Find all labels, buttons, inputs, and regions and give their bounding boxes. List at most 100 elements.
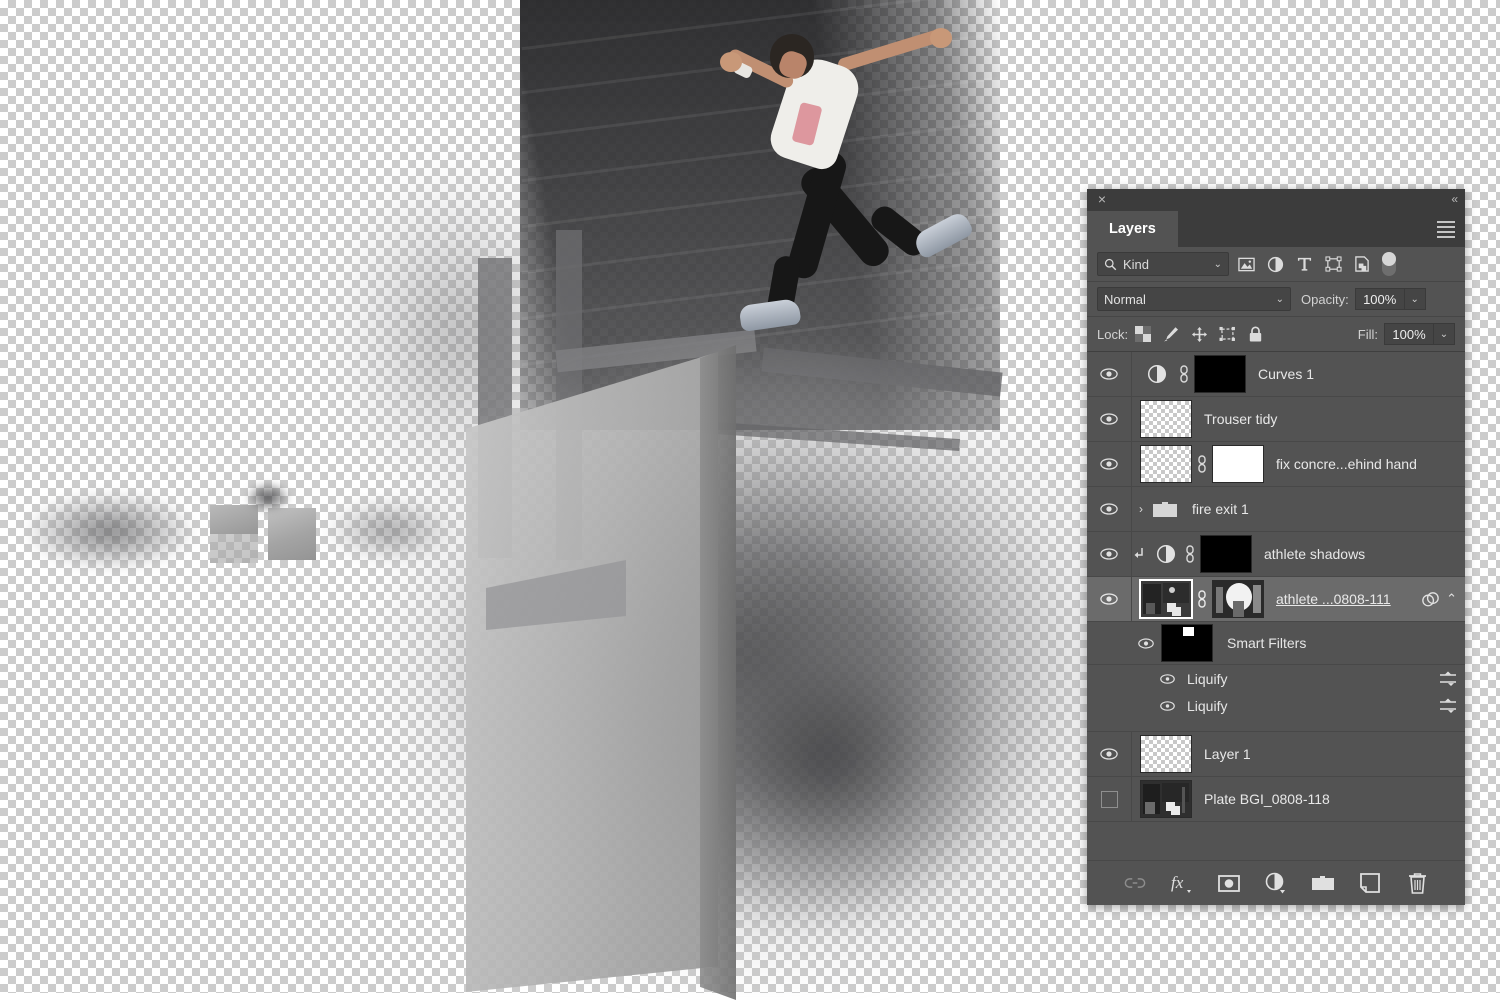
layer-row-plate-bgi[interactable]: Plate BGI_0808-118 — [1087, 777, 1465, 822]
tab-layers[interactable]: Layers — [1087, 211, 1178, 247]
canvas-block-left-alpha — [210, 534, 258, 563]
blend-mode-select[interactable]: Normal ⌄ — [1097, 287, 1291, 311]
canvas-block-nub-shadow — [248, 484, 288, 510]
layer-row-athlete-shadows[interactable]: athlete shadows — [1087, 532, 1465, 577]
smart-filters-indicator-icon[interactable] — [1421, 591, 1440, 608]
eye-icon — [1159, 700, 1175, 711]
filter-enable-toggle[interactable] — [1382, 252, 1396, 276]
layer-row-curves-1[interactable]: Curves 1 — [1087, 352, 1465, 397]
layer-row-layer-1[interactable]: Layer 1 — [1087, 732, 1465, 777]
visibility-toggle-liquify-2[interactable] — [1153, 700, 1181, 711]
visibility-toggle-layer-1[interactable] — [1087, 732, 1132, 776]
clipping-mask-arrow-icon — [1132, 547, 1152, 561]
layer-name-layer-1[interactable]: Layer 1 — [1204, 746, 1251, 762]
eye-off-icon — [1100, 790, 1118, 808]
layer-name-athlete-smart-object[interactable]: athlete ...0808-111 — [1276, 591, 1391, 607]
lock-all-icon[interactable] — [1242, 322, 1268, 346]
layer-row-fix-concrete[interactable]: fix concre...ehind hand — [1087, 442, 1465, 487]
athlete-right-hand — [930, 28, 952, 48]
opacity-stepper-chevron[interactable]: ⌄ — [1404, 288, 1426, 310]
folder-icon — [1152, 499, 1178, 519]
layer-name-athlete-shadows[interactable]: athlete shadows — [1264, 546, 1365, 562]
group-expand-chevron-icon[interactable]: › — [1132, 502, 1150, 516]
smart-filter-row-liquify-2[interactable]: Liquify — [1087, 692, 1465, 719]
lock-image-pixels-icon[interactable] — [1158, 322, 1184, 346]
canvas-concrete-slab — [466, 352, 718, 992]
layer-row-trouser-tidy[interactable]: Trouser tidy — [1087, 397, 1465, 442]
smart-filter-row-liquify-1[interactable]: Liquify — [1087, 665, 1465, 692]
filter-shape-icon[interactable] — [1321, 252, 1345, 276]
link-mask-icon[interactable] — [1192, 590, 1212, 608]
smart-filters-mask-thumbnail[interactable] — [1161, 624, 1213, 662]
filter-type-icon[interactable] — [1292, 252, 1316, 276]
blending-options-icon[interactable] — [1439, 698, 1457, 714]
layer-mask-thumbnail[interactable] — [1194, 355, 1246, 393]
smart-object-thumbnail[interactable] — [1139, 579, 1193, 619]
layer-name-fix-concrete[interactable]: fix concre...ehind hand — [1276, 456, 1417, 472]
layer-row-fire-exit-1[interactable]: › fire exit 1 — [1087, 487, 1465, 532]
smart-object-thumbnail[interactable] — [1140, 780, 1192, 818]
layer-name-fire-exit-1[interactable]: fire exit 1 — [1192, 501, 1249, 517]
visibility-toggle-trouser-tidy[interactable] — [1087, 397, 1132, 441]
layer-mask-thumbnail[interactable] — [1212, 445, 1264, 483]
delete-layer-icon[interactable] — [1404, 870, 1430, 896]
layer-style-fx-icon[interactable]: fx — [1169, 870, 1195, 896]
fill-stepper-chevron[interactable]: ⌄ — [1434, 323, 1455, 345]
lock-fill-bar: Lock: Fill: 100% ⌄ — [1087, 317, 1465, 352]
smart-filter-name-liquify-2[interactable]: Liquify — [1187, 698, 1227, 714]
smart-filter-name-liquify-1[interactable]: Liquify — [1187, 671, 1227, 687]
filter-smart-object-icon[interactable] — [1350, 252, 1374, 276]
layer-list[interactable]: Curves 1 Trouser tidy fix concre...ehind… — [1087, 352, 1465, 822]
visibility-toggle-fix-concrete[interactable] — [1087, 442, 1132, 486]
link-layers-icon[interactable] — [1122, 870, 1148, 896]
visibility-toggle-athlete-smart-object[interactable] — [1087, 577, 1132, 621]
visibility-toggle-athlete-shadows[interactable] — [1087, 532, 1132, 576]
canvas-block-right — [268, 508, 316, 560]
canvas-athlete-figure — [718, 18, 978, 338]
layer-filter-bar: Kind ⌄ — [1087, 247, 1465, 282]
collapse-smart-filters-chevron-icon[interactable]: ⌃ — [1446, 591, 1457, 607]
fill-input[interactable]: 100% — [1384, 323, 1434, 345]
lock-position-icon[interactable] — [1186, 322, 1212, 346]
collapse-panel-icon[interactable]: « — [1451, 192, 1458, 206]
visibility-toggle-plate-bgi[interactable] — [1087, 777, 1132, 821]
adjustment-half-circle-icon — [1152, 544, 1180, 564]
layer-row-athlete-smart-object[interactable]: athlete ...0808-111 ⌃ — [1087, 577, 1465, 622]
layer-mask-thumbnail[interactable] — [1200, 535, 1252, 573]
fill-label: Fill: — [1357, 326, 1378, 342]
add-layer-mask-icon[interactable] — [1216, 870, 1242, 896]
link-mask-icon[interactable] — [1192, 455, 1212, 473]
visibility-toggle-fire-exit-1[interactable] — [1087, 487, 1132, 531]
filter-kind-select[interactable]: Kind ⌄ — [1097, 252, 1229, 276]
link-mask-icon[interactable] — [1174, 365, 1194, 383]
layers-panel[interactable]: × « Layers Kind ⌄ Normal ⌄ Opacity: 100%… — [1087, 189, 1465, 905]
athlete-left-hand — [720, 52, 742, 72]
layer-mask-thumbnail[interactable] — [1212, 580, 1264, 618]
layer-thumbnail[interactable] — [1140, 445, 1192, 483]
blending-options-icon[interactable] — [1439, 671, 1457, 687]
layer-thumbnail[interactable] — [1140, 400, 1192, 438]
eye-icon — [1159, 673, 1175, 684]
panel-menu-icon[interactable] — [1437, 221, 1455, 238]
new-group-icon[interactable] — [1310, 870, 1336, 896]
visibility-toggle-smart-filters[interactable] — [1131, 637, 1161, 649]
layer-thumbnail[interactable] — [1140, 735, 1192, 773]
eye-icon — [1100, 458, 1118, 470]
opacity-input[interactable]: 100% — [1354, 288, 1405, 310]
eye-icon — [1100, 748, 1118, 760]
filter-adjustment-icon[interactable] — [1263, 252, 1287, 276]
new-adjustment-layer-icon[interactable] — [1263, 870, 1289, 896]
lock-artboard-nesting-icon[interactable] — [1214, 322, 1240, 346]
layer-name-plate-bgi[interactable]: Plate BGI_0808-118 — [1204, 791, 1330, 807]
layer-name-curves-1[interactable]: Curves 1 — [1258, 366, 1314, 382]
athlete-right-shoe — [738, 297, 802, 333]
link-mask-icon[interactable] — [1180, 545, 1200, 563]
close-icon[interactable]: × — [1094, 191, 1110, 207]
visibility-toggle-curves-1[interactable] — [1087, 352, 1132, 396]
filter-pixel-icon[interactable] — [1234, 252, 1258, 276]
layer-name-trouser-tidy[interactable]: Trouser tidy — [1204, 411, 1277, 427]
lock-transparent-pixels-icon[interactable] — [1130, 322, 1156, 346]
visibility-toggle-liquify-1[interactable] — [1153, 673, 1181, 684]
smart-filters-row[interactable]: Smart Filters — [1087, 622, 1465, 665]
new-layer-icon[interactable] — [1357, 870, 1383, 896]
